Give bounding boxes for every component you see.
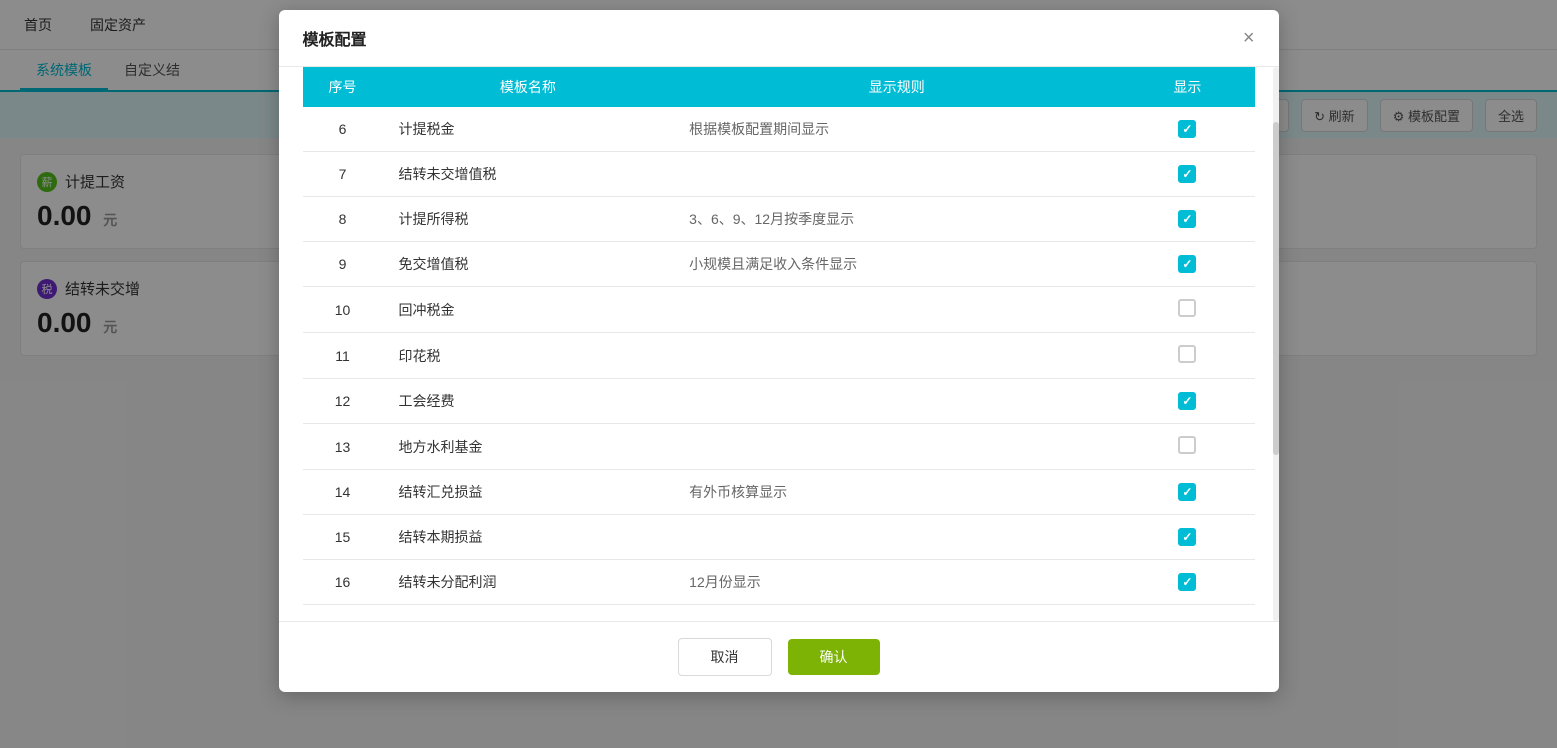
name-8: 结转汇兑损益 [383, 470, 674, 515]
display-col-6 [1120, 379, 1254, 424]
cancel-button[interactable]: 取消 [678, 638, 772, 676]
seq-8: 14 [303, 470, 383, 515]
display-col-3 [1120, 242, 1254, 287]
name-0: 计提税金 [383, 107, 674, 152]
rule-4 [673, 287, 1120, 333]
rule-7 [673, 424, 1120, 470]
table-row: 6计提税金根据模板配置期间显示 [303, 107, 1255, 152]
rule-10: 12月份显示 [673, 560, 1120, 605]
dialog-body: 序号 模板名称 显示规则 显示 6计提税金根据模板配置期间显示7结转未交增值税8… [279, 67, 1279, 621]
table-row: 14结转汇兑损益有外币核算显示 [303, 470, 1255, 515]
table-row: 7结转未交增值税 [303, 152, 1255, 197]
modal-overlay: 模板配置 × 序号 模板名称 显示规则 显示 6计提税金根据模板配置期间显示7结… [0, 0, 1557, 748]
table-row: 13地方水利基金 [303, 424, 1255, 470]
name-2: 计提所得税 [383, 197, 674, 242]
display-col-5 [1120, 333, 1254, 379]
checkbox-0[interactable] [1178, 120, 1196, 138]
rule-9 [673, 515, 1120, 560]
seq-4: 10 [303, 287, 383, 333]
checkbox-9[interactable] [1178, 528, 1196, 546]
table-header-row: 序号 模板名称 显示规则 显示 [303, 67, 1255, 107]
seq-6: 12 [303, 379, 383, 424]
display-col-2 [1120, 197, 1254, 242]
table-row: 9免交增值税小规模且满足收入条件显示 [303, 242, 1255, 287]
confirm-button[interactable]: 确认 [788, 639, 880, 675]
checkbox-1[interactable] [1178, 165, 1196, 183]
table-row: 8计提所得税3、6、9、12月按季度显示 [303, 197, 1255, 242]
table-row: 10回冲税金 [303, 287, 1255, 333]
col-seq: 序号 [303, 67, 383, 107]
col-display: 显示 [1120, 67, 1254, 107]
seq-3: 9 [303, 242, 383, 287]
name-5: 印花税 [383, 333, 674, 379]
dialog-title: 模板配置 [303, 26, 367, 50]
dialog-header: 模板配置 × [279, 10, 1279, 67]
seq-2: 8 [303, 197, 383, 242]
dialog-footer: 取消 确认 [279, 621, 1279, 692]
display-col-7 [1120, 424, 1254, 470]
rule-8: 有外币核算显示 [673, 470, 1120, 515]
display-col-4 [1120, 287, 1254, 333]
table-row: 11印花税 [303, 333, 1255, 379]
checkbox-5[interactable] [1178, 345, 1196, 363]
scrollbar[interactable] [1273, 67, 1279, 621]
display-col-1 [1120, 152, 1254, 197]
seq-7: 13 [303, 424, 383, 470]
checkbox-10[interactable] [1178, 573, 1196, 591]
name-3: 免交增值税 [383, 242, 674, 287]
scrollbar-thumb[interactable] [1273, 122, 1279, 454]
display-col-0 [1120, 107, 1254, 152]
checkbox-7[interactable] [1178, 436, 1196, 454]
table-row: 16结转未分配利润12月份显示 [303, 560, 1255, 605]
col-name: 模板名称 [383, 67, 674, 107]
name-7: 地方水利基金 [383, 424, 674, 470]
rule-1 [673, 152, 1120, 197]
name-10: 结转未分配利润 [383, 560, 674, 605]
seq-10: 16 [303, 560, 383, 605]
checkbox-3[interactable] [1178, 255, 1196, 273]
template-config-dialog: 模板配置 × 序号 模板名称 显示规则 显示 6计提税金根据模板配置期间显示7结… [279, 10, 1279, 692]
name-1: 结转未交增值税 [383, 152, 674, 197]
seq-5: 11 [303, 333, 383, 379]
rule-2: 3、6、9、12月按季度显示 [673, 197, 1120, 242]
table-row: 12工会经费 [303, 379, 1255, 424]
table-row: 15结转本期损益 [303, 515, 1255, 560]
checkbox-4[interactable] [1178, 299, 1196, 317]
rule-3: 小规模且满足收入条件显示 [673, 242, 1120, 287]
seq-0: 6 [303, 107, 383, 152]
rule-5 [673, 333, 1120, 379]
name-6: 工会经费 [383, 379, 674, 424]
name-9: 结转本期损益 [383, 515, 674, 560]
seq-1: 7 [303, 152, 383, 197]
checkbox-2[interactable] [1178, 210, 1196, 228]
checkbox-6[interactable] [1178, 392, 1196, 410]
checkbox-8[interactable] [1178, 483, 1196, 501]
rule-6 [673, 379, 1120, 424]
dialog-close-button[interactable]: × [1243, 28, 1255, 48]
rule-0: 根据模板配置期间显示 [673, 107, 1120, 152]
display-col-9 [1120, 515, 1254, 560]
display-col-8 [1120, 470, 1254, 515]
name-4: 回冲税金 [383, 287, 674, 333]
seq-9: 15 [303, 515, 383, 560]
col-rule: 显示规则 [673, 67, 1120, 107]
display-col-10 [1120, 560, 1254, 605]
config-table: 序号 模板名称 显示规则 显示 6计提税金根据模板配置期间显示7结转未交增值税8… [303, 67, 1255, 605]
